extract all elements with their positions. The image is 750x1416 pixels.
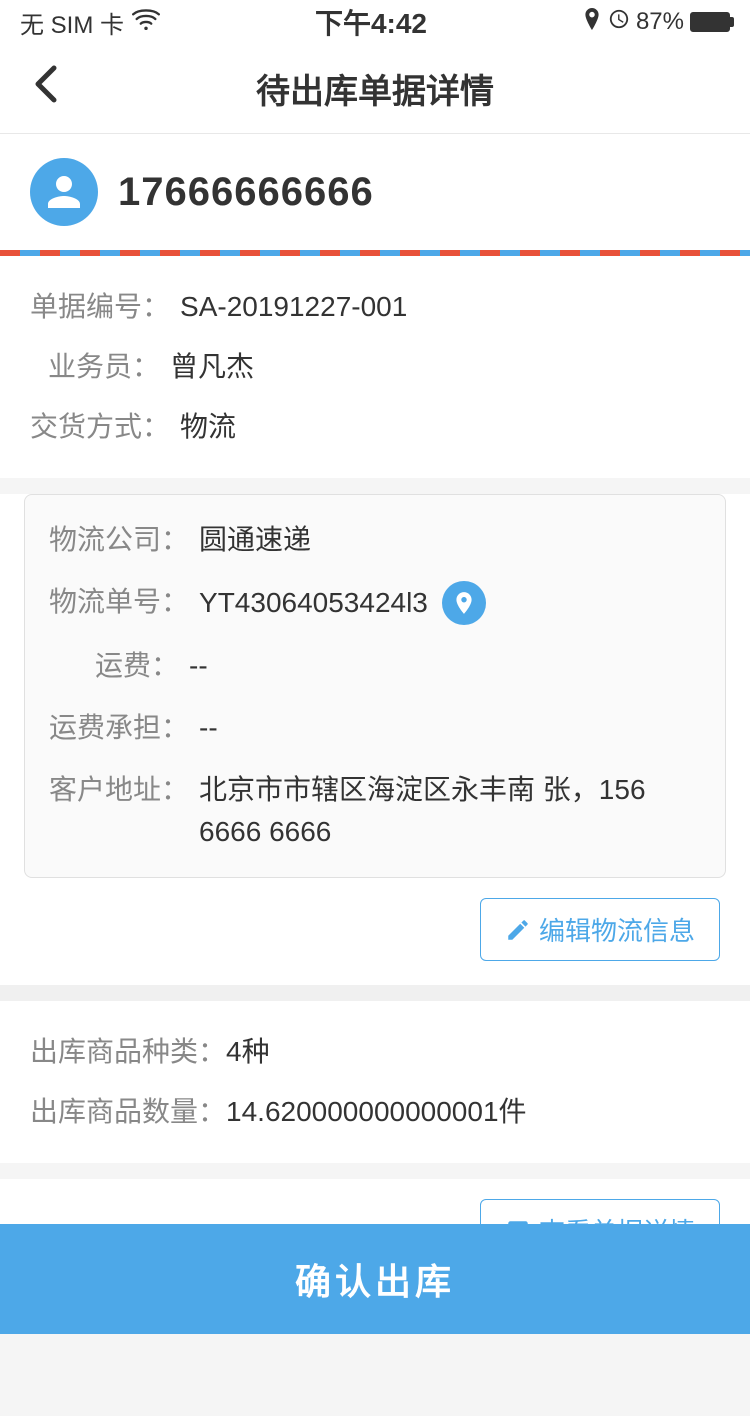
salesman-label: 业务员：	[30, 346, 170, 388]
order-number-row: 单据编号： SA-20191227-001	[30, 286, 720, 328]
goods-section: 出库商品种类： 4种 出库商品数量： 14.620000000000001件	[0, 1001, 750, 1163]
section-divider	[0, 985, 750, 1001]
logistics-outer: 物流公司： 圆通速递 物流单号： YT43064053424l3 运费： --	[0, 494, 750, 985]
logistics-freight-row: 运费： --	[49, 645, 701, 687]
logistics-freight-bear-value: --	[199, 707, 701, 749]
tracking-location-icon[interactable]	[442, 581, 486, 625]
location-icon	[582, 8, 602, 37]
logistics-tracking-label: 物流单号：	[49, 581, 199, 623]
page-title: 待出库单据详情	[256, 64, 494, 113]
goods-quantity-row: 出库商品数量： 14.620000000000001件	[30, 1091, 720, 1133]
edit-icon	[505, 917, 531, 943]
logistics-tracking-value: YT43064053424l3	[199, 581, 701, 625]
status-time: 下午4:42	[315, 2, 427, 42]
user-phone: 17666666666	[118, 170, 374, 215]
logistics-freight-value: --	[189, 645, 701, 687]
wifi-icon	[132, 8, 160, 36]
goods-type-label: 出库商品种类：	[30, 1031, 226, 1073]
alarm-icon	[608, 8, 630, 37]
logistics-address-row: 客户地址： 北京市市辖区海淀区永丰南 张，156 6666 6666	[49, 769, 701, 853]
logistics-company-row: 物流公司： 圆通速递	[49, 519, 701, 561]
confirm-btn-label: 确认出库	[295, 1253, 455, 1305]
delivery-label: 交货方式：	[30, 406, 180, 448]
delivery-row: 交货方式： 物流	[30, 406, 720, 448]
goods-quantity-value: 14.620000000000001件	[226, 1091, 720, 1133]
edit-btn-label: 编辑物流信息	[539, 911, 695, 948]
person-icon	[44, 172, 84, 212]
battery-icon	[690, 12, 730, 32]
goods-type-row: 出库商品种类： 4种	[30, 1031, 720, 1073]
edit-logistics-button[interactable]: 编辑物流信息	[480, 898, 720, 961]
logistics-card: 物流公司： 圆通速递 物流单号： YT43064053424l3 运费： --	[24, 494, 726, 878]
goods-quantity-label: 出库商品数量：	[30, 1091, 226, 1133]
status-bar: 无 SIM 卡 下午4:42 87%	[0, 0, 750, 44]
confirm-button[interactable]: 确认出库	[0, 1224, 750, 1334]
logistics-freight-bear-label: 运费承担：	[49, 707, 199, 749]
delivery-value: 物流	[180, 406, 720, 448]
order-number-label: 单据编号：	[30, 286, 180, 328]
nav-bar: 待出库单据详情	[0, 44, 750, 134]
logistics-company-label: 物流公司：	[49, 519, 199, 561]
battery-percent: 87%	[636, 8, 684, 36]
order-info-section: 单据编号： SA-20191227-001 业务员： 曾凡杰 交货方式： 物流	[0, 256, 750, 478]
logistics-tracking-row: 物流单号： YT43064053424l3	[49, 581, 701, 625]
status-right: 87%	[582, 8, 730, 37]
avatar	[30, 158, 98, 226]
user-card: 17666666666	[0, 134, 750, 250]
logistics-company-value: 圆通速递	[199, 519, 701, 561]
carrier-text: 无 SIM 卡	[20, 5, 124, 40]
goods-type-value: 4种	[226, 1031, 720, 1073]
logistics-address-value: 北京市市辖区海淀区永丰南 张，156 6666 6666	[199, 769, 701, 853]
logistics-freight-label: 运费：	[49, 645, 189, 687]
salesman-value: 曾凡杰	[170, 346, 720, 388]
edit-btn-container: 编辑物流信息	[0, 878, 750, 985]
status-carrier: 无 SIM 卡	[20, 5, 160, 40]
back-button[interactable]	[24, 54, 68, 123]
salesman-row: 业务员： 曾凡杰	[30, 346, 720, 388]
logistics-freight-bear-row: 运费承担： --	[49, 707, 701, 749]
order-number-value: SA-20191227-001	[180, 286, 720, 328]
logistics-address-label: 客户地址：	[49, 769, 199, 811]
